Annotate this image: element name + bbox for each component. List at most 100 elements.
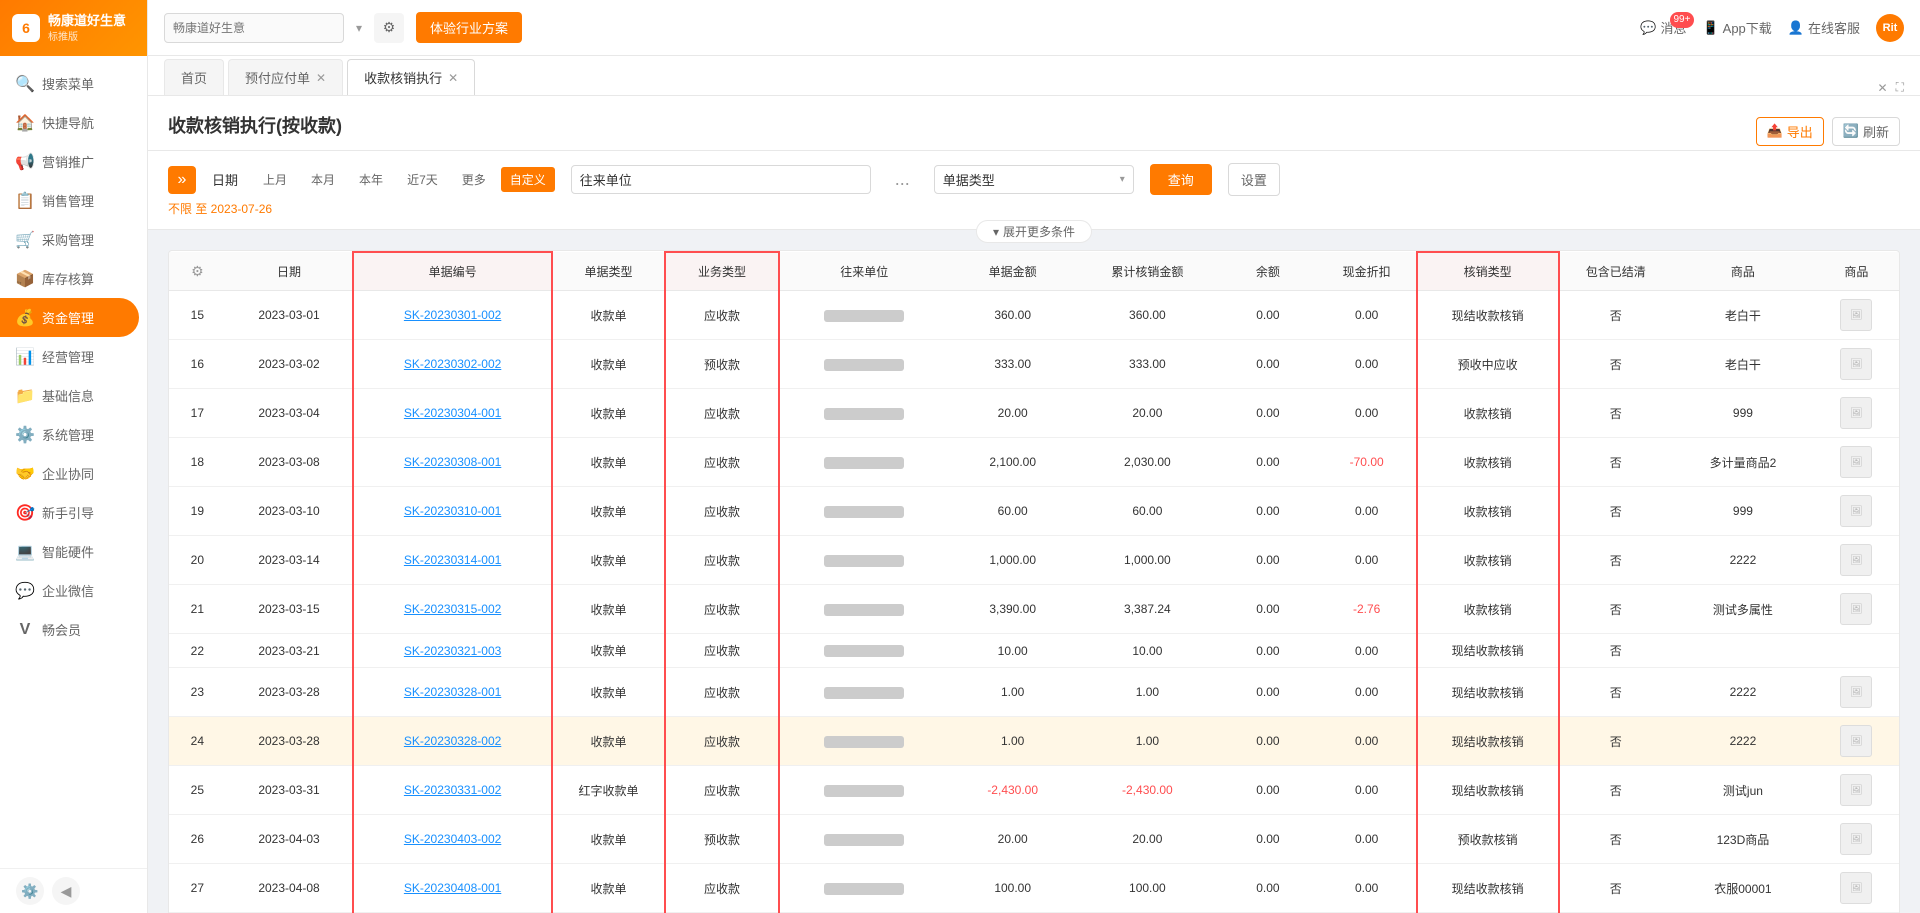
tab-maximize-icon[interactable]: ⛶ <box>1896 80 1904 95</box>
order-no-link[interactable]: SK-20230314-001 <box>404 553 501 567</box>
cell-biz-type: 应收款 <box>665 585 778 634</box>
sidebar-collapse-btn[interactable]: ◀ <box>52 877 80 905</box>
cell-goods-thumb <box>1814 634 1899 668</box>
partner-filter-input[interactable] <box>632 173 862 187</box>
order-no-link[interactable]: SK-20230328-002 <box>404 734 501 748</box>
th-settings[interactable]: ⚙ <box>169 252 226 291</box>
table-row: 15 2023-03-01 SK-20230301-002 收款单 应收款 36… <box>169 291 1899 340</box>
cell-goods-thumb: 🖼 <box>1814 717 1899 766</box>
cell-biz-type: 应收款 <box>665 536 778 585</box>
partner-value-blur <box>824 834 904 846</box>
cell-goods: 2222 <box>1672 668 1814 717</box>
order-no-link[interactable]: SK-20230301-002 <box>404 308 501 322</box>
order-no-link[interactable]: SK-20230321-003 <box>404 644 501 658</box>
order-no-link[interactable]: SK-20230310-001 <box>404 504 501 518</box>
tab-collection[interactable]: 收款核销执行 ✕ <box>347 59 475 95</box>
sidebar-item-operations[interactable]: 📊 经营管理 <box>0 337 147 376</box>
sidebar-item-search[interactable]: 🔍 搜索菜单 <box>0 64 147 103</box>
tab-collection-label: 收款核销执行 <box>364 68 442 87</box>
online-service-link[interactable]: 👤 在线客服 <box>1788 18 1860 37</box>
cell-date: 2023-03-01 <box>226 291 354 340</box>
tab-prepaid[interactable]: 预付应付单 ✕ <box>228 59 343 95</box>
partner-value-blur <box>824 687 904 699</box>
date-custom-btn[interactable]: 自定义 <box>501 167 555 192</box>
refresh-btn[interactable]: 🔄 刷新 <box>1832 117 1900 146</box>
date-this-month-btn[interactable]: 本月 <box>302 167 344 192</box>
order-no-link[interactable]: SK-20230408-001 <box>404 881 501 895</box>
tab-home[interactable]: 首页 <box>164 59 224 95</box>
cell-order-no: SK-20230408-001 <box>353 864 552 913</box>
sidebar-item-finance[interactable]: 💰 资金管理 <box>0 298 139 337</box>
cell-include-settled: 否 <box>1559 766 1672 815</box>
table-header: ⚙ 日期 单据编号 单据类型 业务类型 往来单位 单据金额 累计核销金额 余额 … <box>169 252 1899 291</box>
cell-order-no: SK-20230302-002 <box>353 340 552 389</box>
app-logo: 6 畅康道好生意 标推版 <box>0 0 147 56</box>
message-badge[interactable]: 💬 消息 99+ <box>1640 18 1686 37</box>
date-this-year-btn[interactable]: 本年 <box>350 167 392 192</box>
cell-order-no: SK-20230331-002 <box>353 766 552 815</box>
topbar-search-input[interactable] <box>164 13 344 43</box>
cell-balance: 0.00 <box>1218 438 1317 487</box>
industry-solution-btn[interactable]: 体验行业方案 <box>416 12 522 43</box>
order-no-link[interactable]: SK-20230302-002 <box>404 357 501 371</box>
tab-collection-close-icon[interactable]: ✕ <box>448 71 458 85</box>
tabs-controls: ✕ ⛶ <box>1878 80 1904 95</box>
topbar: ▾ ⚙ 体验行业方案 💬 消息 99+ 📱 App下载 👤 在线客服 Rit <box>148 0 1920 56</box>
filter-query-btn[interactable]: 查询 <box>1150 164 1212 195</box>
filter-side-btn[interactable]: » <box>168 166 196 194</box>
sidebar-item-quick-nav[interactable]: 🏠 快捷导航 <box>0 103 147 142</box>
order-no-link[interactable]: SK-20230315-002 <box>404 602 501 616</box>
sidebar-item-system[interactable]: ⚙️ 系统管理 <box>0 415 147 454</box>
sidebar-item-basic[interactable]: 📁 基础信息 <box>0 376 147 415</box>
order-type-filter-wrap[interactable]: 单据类型 ▾ <box>934 165 1134 194</box>
cell-goods-thumb: 🖼 <box>1814 438 1899 487</box>
filter-settings-btn[interactable]: 设置 <box>1228 163 1280 196</box>
cell-biz-type: 预收款 <box>665 340 778 389</box>
sidebar-item-cooperation[interactable]: 🤝 企业协同 <box>0 454 147 493</box>
order-no-link[interactable]: SK-20230403-002 <box>404 832 501 846</box>
operations-icon: 📊 <box>16 348 34 366</box>
cell-discount: 0.00 <box>1318 291 1417 340</box>
cell-date: 2023-03-10 <box>226 487 354 536</box>
order-no-link[interactable]: SK-20230308-001 <box>404 455 501 469</box>
export-btn[interactable]: 📤 导出 <box>1756 117 1824 146</box>
sidebar-item-inventory[interactable]: 📦 库存核算 <box>0 259 147 298</box>
order-no-link[interactable]: SK-20230331-002 <box>404 783 501 797</box>
table-settings-icon[interactable]: ⚙ <box>191 263 204 279</box>
partner-value-blur <box>824 555 904 567</box>
sidebar-item-sales[interactable]: 📋 销售管理 <box>0 181 147 220</box>
dropdown-arrow-icon[interactable]: ▾ <box>356 21 362 35</box>
filter-expand-btn[interactable]: ▾ 展开更多条件 <box>976 220 1092 243</box>
sidebar-item-guide[interactable]: 🎯 新手引导 <box>0 493 147 532</box>
date-more-btn[interactable]: 更多 <box>453 167 495 192</box>
sidebar-item-purchase[interactable]: 🛒 采购管理 <box>0 220 147 259</box>
cell-partner <box>779 717 949 766</box>
cell-goods: 测试jun <box>1672 766 1814 815</box>
cell-balance: 0.00 <box>1218 668 1317 717</box>
user-avatar[interactable]: Rit <box>1876 14 1904 42</box>
order-no-link[interactable]: SK-20230304-001 <box>404 406 501 420</box>
cell-date: 2023-03-15 <box>226 585 354 634</box>
date-7days-btn[interactable]: 近7天 <box>398 167 447 192</box>
sidebar-item-hardware[interactable]: 💻 智能硬件 <box>0 532 147 571</box>
tab-prepaid-close-icon[interactable]: ✕ <box>316 71 326 85</box>
sidebar-item-member[interactable]: V 畅会员 <box>0 610 147 649</box>
sidebar-item-wechat[interactable]: 💬 企业微信 <box>0 571 147 610</box>
filter-dots[interactable]: ... <box>895 169 910 190</box>
tab-close-all-icon[interactable]: ✕ <box>1878 81 1888 95</box>
topbar-gear-btn[interactable]: ⚙ <box>374 13 404 43</box>
partner-value-blur <box>824 506 904 518</box>
order-type-arrow-icon: ▾ <box>1120 174 1125 185</box>
sidebar-item-marketing[interactable]: 📢 营销推广 <box>0 142 147 181</box>
cell-date: 2023-03-21 <box>226 634 354 668</box>
member-icon: V <box>16 621 34 639</box>
date-last-month-btn[interactable]: 上月 <box>254 167 296 192</box>
sidebar-bottom: ⚙️ ◀ <box>0 868 147 913</box>
order-no-link[interactable]: SK-20230328-001 <box>404 685 501 699</box>
cell-order-no: SK-20230310-001 <box>353 487 552 536</box>
table-row: 20 2023-03-14 SK-20230314-001 收款单 应收款 1,… <box>169 536 1899 585</box>
cell-balance: 0.00 <box>1218 536 1317 585</box>
app-download-link[interactable]: 📱 App下载 <box>1702 18 1771 37</box>
sidebar-settings-btn[interactable]: ⚙️ <box>16 877 44 905</box>
cell-date: 2023-03-28 <box>226 717 354 766</box>
